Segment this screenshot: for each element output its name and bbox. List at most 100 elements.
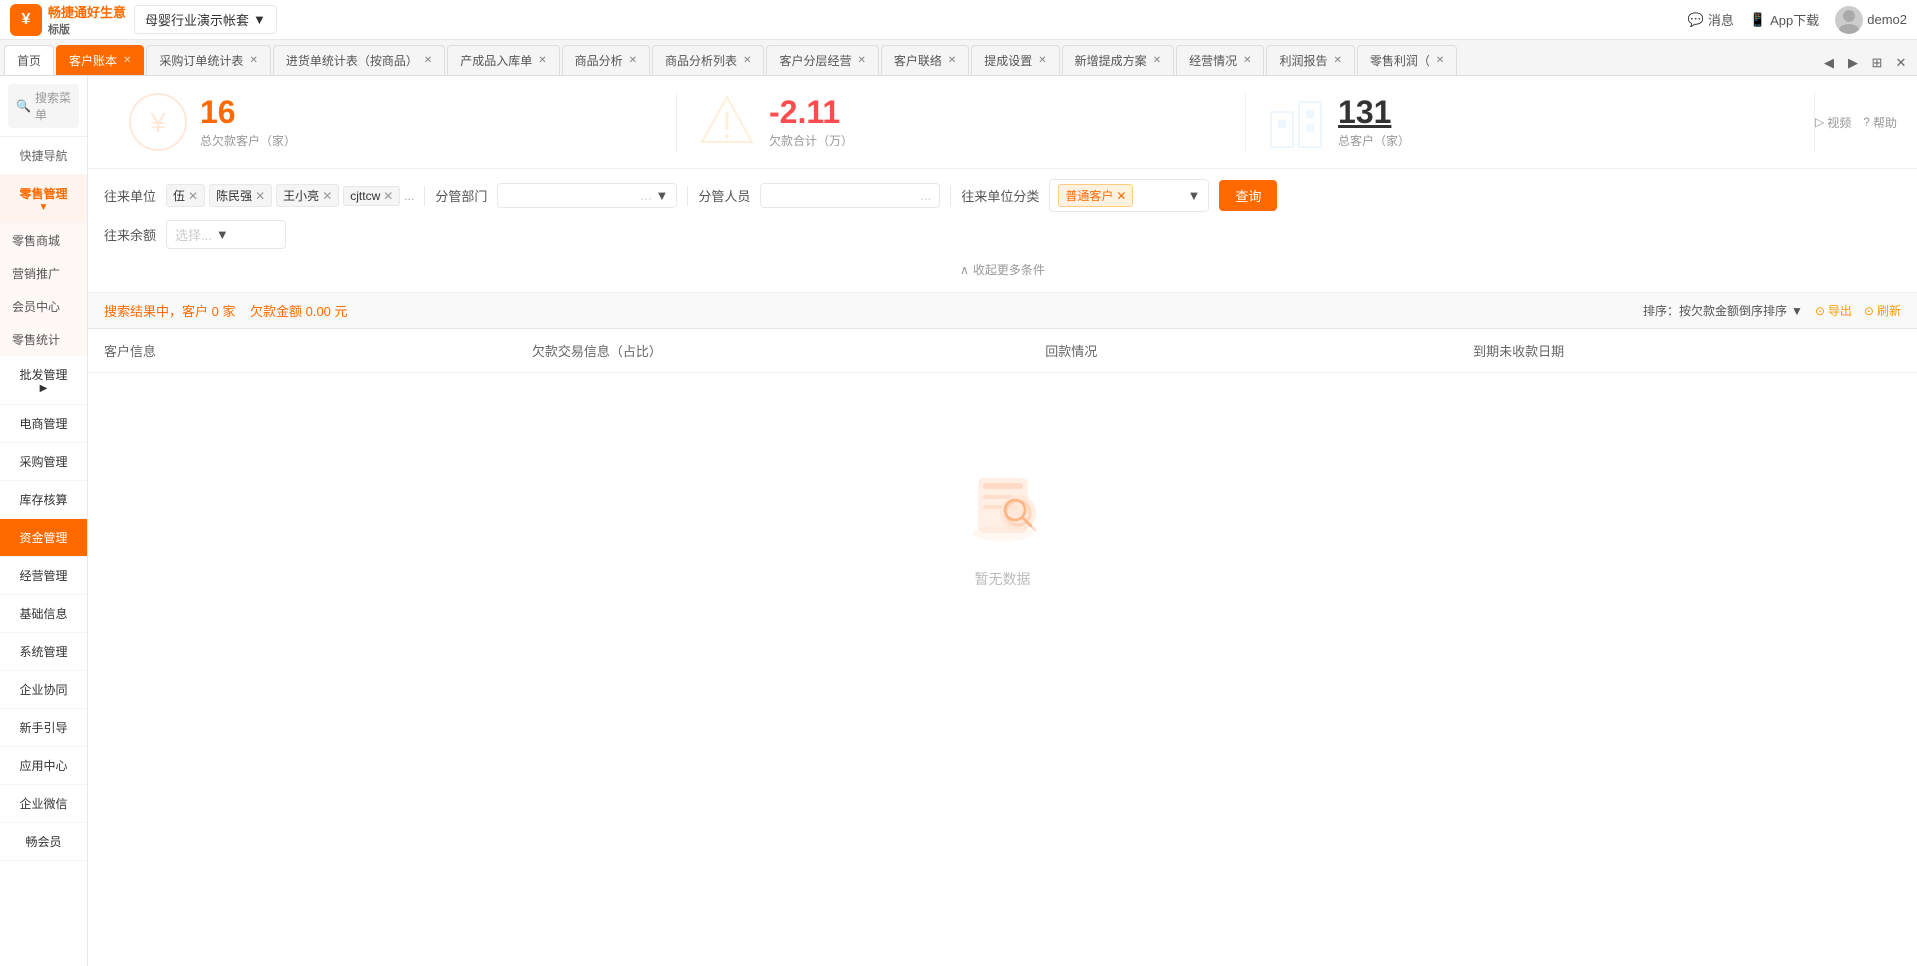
video-help-btn[interactable]: ▷ 视频 bbox=[1815, 114, 1851, 131]
filter-unit-category-selector[interactable]: 普通客户 ✕ ▼ bbox=[1049, 179, 1209, 212]
sidebar-item-quick-nav[interactable]: 快捷导航 bbox=[0, 137, 87, 175]
tab-retail-profit[interactable]: 零售利润（ ✕ bbox=[1357, 45, 1457, 75]
help-btn[interactable]: ? 帮助 bbox=[1863, 114, 1897, 131]
tab-customer-contact[interactable]: 客户联络 ✕ bbox=[881, 45, 969, 75]
top-bar: ¥ 畅捷通好生意 标版 母婴行业演示帐套 ▼ 💬 消息 📱 App下载 demo… bbox=[0, 0, 1917, 40]
tab-operation-status[interactable]: 经营情况 ✕ bbox=[1176, 45, 1264, 75]
sidebar-search-box[interactable]: 🔍 搜索菜单 bbox=[8, 84, 79, 128]
filter-tag-unit-chen-remove[interactable]: ✕ bbox=[255, 189, 265, 203]
tab-purchase-orders-close[interactable]: ✕ bbox=[249, 55, 257, 66]
filter-tag-unit-wu-remove[interactable]: ✕ bbox=[188, 189, 198, 203]
sidebar-item-retail-stats[interactable]: 零售统计 bbox=[0, 323, 87, 356]
tab-nav-left[interactable]: ◀ bbox=[1817, 51, 1841, 75]
sidebar-item-member-center[interactable]: 会员中心 bbox=[0, 290, 87, 323]
sidebar-item-inventory-check[interactable]: 库存核算 bbox=[0, 481, 87, 519]
tab-customer-contact-close[interactable]: ✕ bbox=[948, 55, 956, 66]
tab-operation-status-close[interactable]: ✕ bbox=[1243, 55, 1251, 66]
message-button[interactable]: 💬 消息 bbox=[1688, 10, 1734, 29]
sidebar-item-system-mgmt[interactable]: 系统管理 bbox=[0, 633, 87, 671]
tab-production-in-close[interactable]: ✕ bbox=[538, 55, 546, 66]
tab-new-method-close[interactable]: ✕ bbox=[1153, 55, 1161, 66]
tab-stock-stats-close[interactable]: ✕ bbox=[424, 55, 432, 66]
sidebar-item-enterprise-wechat[interactable]: 企业微信 bbox=[0, 785, 87, 823]
filter-unit-more[interactable]: ... bbox=[404, 189, 414, 203]
results-debt-unit: 元 bbox=[335, 304, 348, 319]
results-refresh-btn[interactable]: ⊙ 刷新 bbox=[1864, 302, 1901, 319]
tab-profit-report-close[interactable]: ✕ bbox=[1334, 55, 1342, 66]
sidebar-search-area[interactable]: 🔍 搜索菜单 bbox=[0, 76, 87, 137]
tab-nav-right[interactable]: ▶ bbox=[1841, 51, 1865, 75]
filter-unit-category-remove[interactable]: ✕ bbox=[1116, 189, 1126, 203]
filter-tag-unit-wang[interactable]: 王小亮 ✕ bbox=[276, 184, 339, 207]
quick-nav-label: 快捷导航 bbox=[4, 147, 83, 164]
sidebar-item-wholesale-mgmt[interactable]: 批发管理 ▶ bbox=[0, 356, 87, 405]
enterprise-agreement-label: 企业协同 bbox=[4, 681, 83, 698]
tab-goods-analysis-list-close[interactable]: ✕ bbox=[743, 55, 751, 66]
tab-goods-analysis-close[interactable]: ✕ bbox=[629, 55, 637, 66]
workspace-selector[interactable]: 母婴行业演示帐套 ▼ bbox=[134, 5, 277, 34]
stat-customers-text: 131 总客户（家） bbox=[1338, 96, 1410, 149]
new-guide-label: 新手引导 bbox=[4, 719, 83, 736]
tab-retail-profit-close[interactable]: ✕ bbox=[1436, 55, 1444, 66]
sidebar-search-label: 搜索菜单 bbox=[35, 89, 71, 123]
sidebar-item-app-center[interactable]: 应用中心 bbox=[0, 747, 87, 785]
filter-tag-unit-cjttcw[interactable]: cjttcw ✕ bbox=[343, 186, 400, 206]
tab-reminder-settings-close[interactable]: ✕ bbox=[1038, 55, 1046, 66]
filter-tag-unit-cjttcw-remove[interactable]: ✕ bbox=[383, 189, 393, 203]
tab-new-method-label: 新增提成方案 bbox=[1075, 52, 1147, 69]
stat-debt-icon bbox=[697, 92, 757, 152]
tab-customer-segmentation[interactable]: 客户分层经营 ✕ bbox=[766, 45, 878, 75]
filter-department-selector[interactable]: ... ▼ bbox=[497, 183, 677, 208]
tab-nav-close-all[interactable]: ✕ bbox=[1889, 51, 1913, 75]
filter-balance-selector[interactable]: 选择... ▼ bbox=[166, 220, 286, 249]
sidebar-item-operation-mgmt[interactable]: 经营管理 bbox=[0, 557, 87, 595]
sidebar-item-marketing[interactable]: 营销推广 bbox=[0, 257, 87, 290]
tab-goods-analysis[interactable]: 商品分析 ✕ bbox=[562, 45, 650, 75]
tab-home[interactable]: 首页 bbox=[4, 45, 54, 75]
app-download-button[interactable]: 📱 App下载 bbox=[1750, 10, 1819, 29]
filter-collapse-btn[interactable]: ∧ 收起更多条件 bbox=[956, 257, 1049, 282]
tab-accounts[interactable]: 客户账本 ✕ bbox=[56, 45, 144, 75]
filter-tag-unit-chen[interactable]: 陈民强 ✕ bbox=[209, 184, 272, 207]
filter-unit-category-selected[interactable]: 普通客户 ✕ bbox=[1058, 184, 1133, 207]
tab-accounts-close[interactable]: ✕ bbox=[123, 55, 131, 66]
sidebar-item-ecommerce-mgmt[interactable]: 电商管理 bbox=[0, 405, 87, 443]
results-sort-btn[interactable]: 排序：按欠款金额倒序排序 ▼ bbox=[1643, 302, 1803, 319]
top-bar-left: ¥ 畅捷通好生意 标版 母婴行业演示帐套 ▼ bbox=[10, 2, 277, 37]
app-download-icon: 📱 bbox=[1750, 12, 1766, 28]
system-mgmt-label: 系统管理 bbox=[4, 643, 83, 660]
sidebar-item-purchase-mgmt[interactable]: 采购管理 bbox=[0, 443, 87, 481]
table-col-due-date: 到期未收款日期 bbox=[1473, 341, 1901, 360]
sidebar-item-pro-member[interactable]: 畅会员 bbox=[0, 823, 87, 861]
tab-new-method[interactable]: 新增提成方案 ✕ bbox=[1062, 45, 1174, 75]
sidebar-item-retail-mall[interactable]: 零售商城 bbox=[0, 224, 87, 257]
filter-person-selector[interactable]: ... bbox=[760, 183, 940, 208]
filter-tag-unit-cjttcw-text: cjttcw bbox=[350, 189, 380, 203]
tab-goods-analysis-list[interactable]: 商品分析列表 ✕ bbox=[652, 45, 764, 75]
filter-query-button[interactable]: 查询 bbox=[1219, 180, 1277, 211]
sidebar-item-basic-info[interactable]: 基础信息 bbox=[0, 595, 87, 633]
stat-customers-value: 131 bbox=[1338, 96, 1410, 128]
filter-divider-2 bbox=[687, 186, 688, 206]
sidebar: 🔍 搜索菜单 快捷导航 零售管理 ▼ 零售商城 营销推广 会员中心 零售统计 批… bbox=[0, 76, 88, 966]
filter-unit-label: 往来单位 bbox=[104, 186, 156, 205]
tab-profit-report[interactable]: 利润报告 ✕ bbox=[1266, 45, 1354, 75]
avatar bbox=[1835, 6, 1863, 34]
tab-nav-menu[interactable]: ⊞ bbox=[1865, 51, 1889, 75]
tab-reminder-settings[interactable]: 提成设置 ✕ bbox=[971, 45, 1059, 75]
sidebar-item-retail-mgmt[interactable]: 零售管理 ▼ bbox=[0, 175, 87, 224]
tab-production-in[interactable]: 产成品入库单 ✕ bbox=[447, 45, 559, 75]
filter-tag-unit-wu[interactable]: 伍 ✕ bbox=[166, 184, 205, 207]
sidebar-item-capital-mgmt[interactable]: 资金管理 bbox=[0, 519, 87, 557]
tab-retail-profit-label: 零售利润（ bbox=[1370, 52, 1430, 69]
tab-customer-segmentation-close[interactable]: ✕ bbox=[857, 55, 865, 66]
tab-bar: 首页 客户账本 ✕ 采购订单统计表 ✕ 进货单统计表（按商品） ✕ 产成品入库单… bbox=[0, 40, 1917, 76]
logo-icon: ¥ bbox=[10, 4, 42, 36]
sidebar-item-enterprise-agreement[interactable]: 企业协同 bbox=[0, 671, 87, 709]
results-export-btn[interactable]: ⊙ 导出 bbox=[1815, 302, 1852, 319]
tab-stock-stats[interactable]: 进货单统计表（按商品） ✕ bbox=[273, 45, 445, 75]
tab-purchase-orders[interactable]: 采购订单统计表 ✕ bbox=[146, 45, 270, 75]
user-avatar-button[interactable]: demo2 bbox=[1835, 6, 1907, 34]
sidebar-item-new-guide[interactable]: 新手引导 bbox=[0, 709, 87, 747]
filter-tag-unit-wang-remove[interactable]: ✕ bbox=[322, 189, 332, 203]
